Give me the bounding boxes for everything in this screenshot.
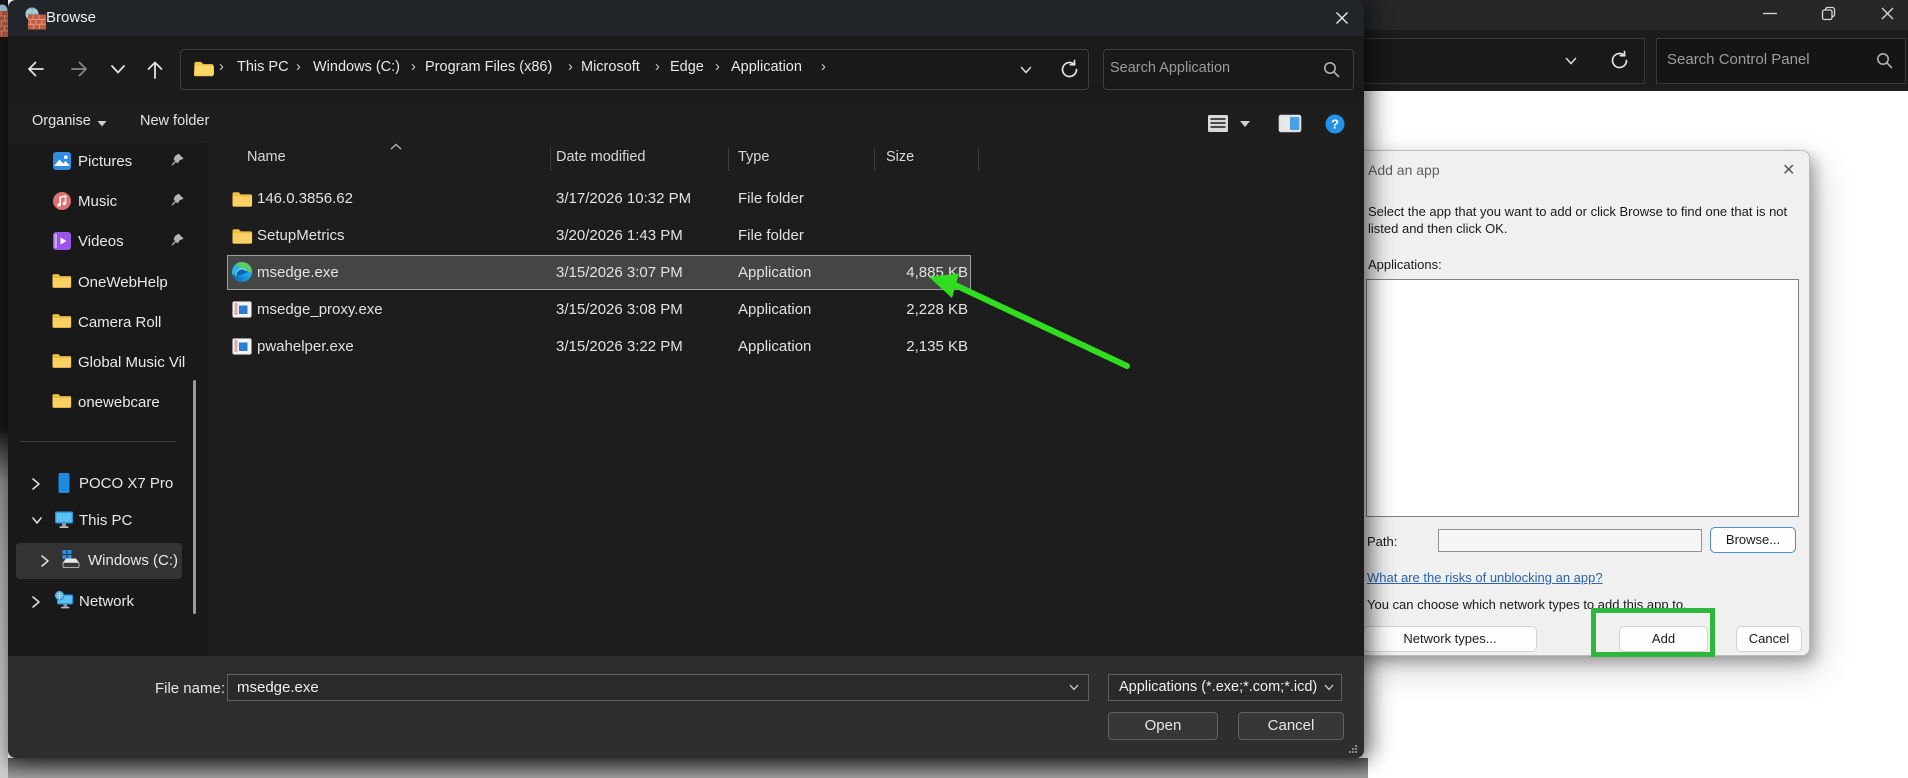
svg-text:?: ? xyxy=(1331,116,1339,131)
